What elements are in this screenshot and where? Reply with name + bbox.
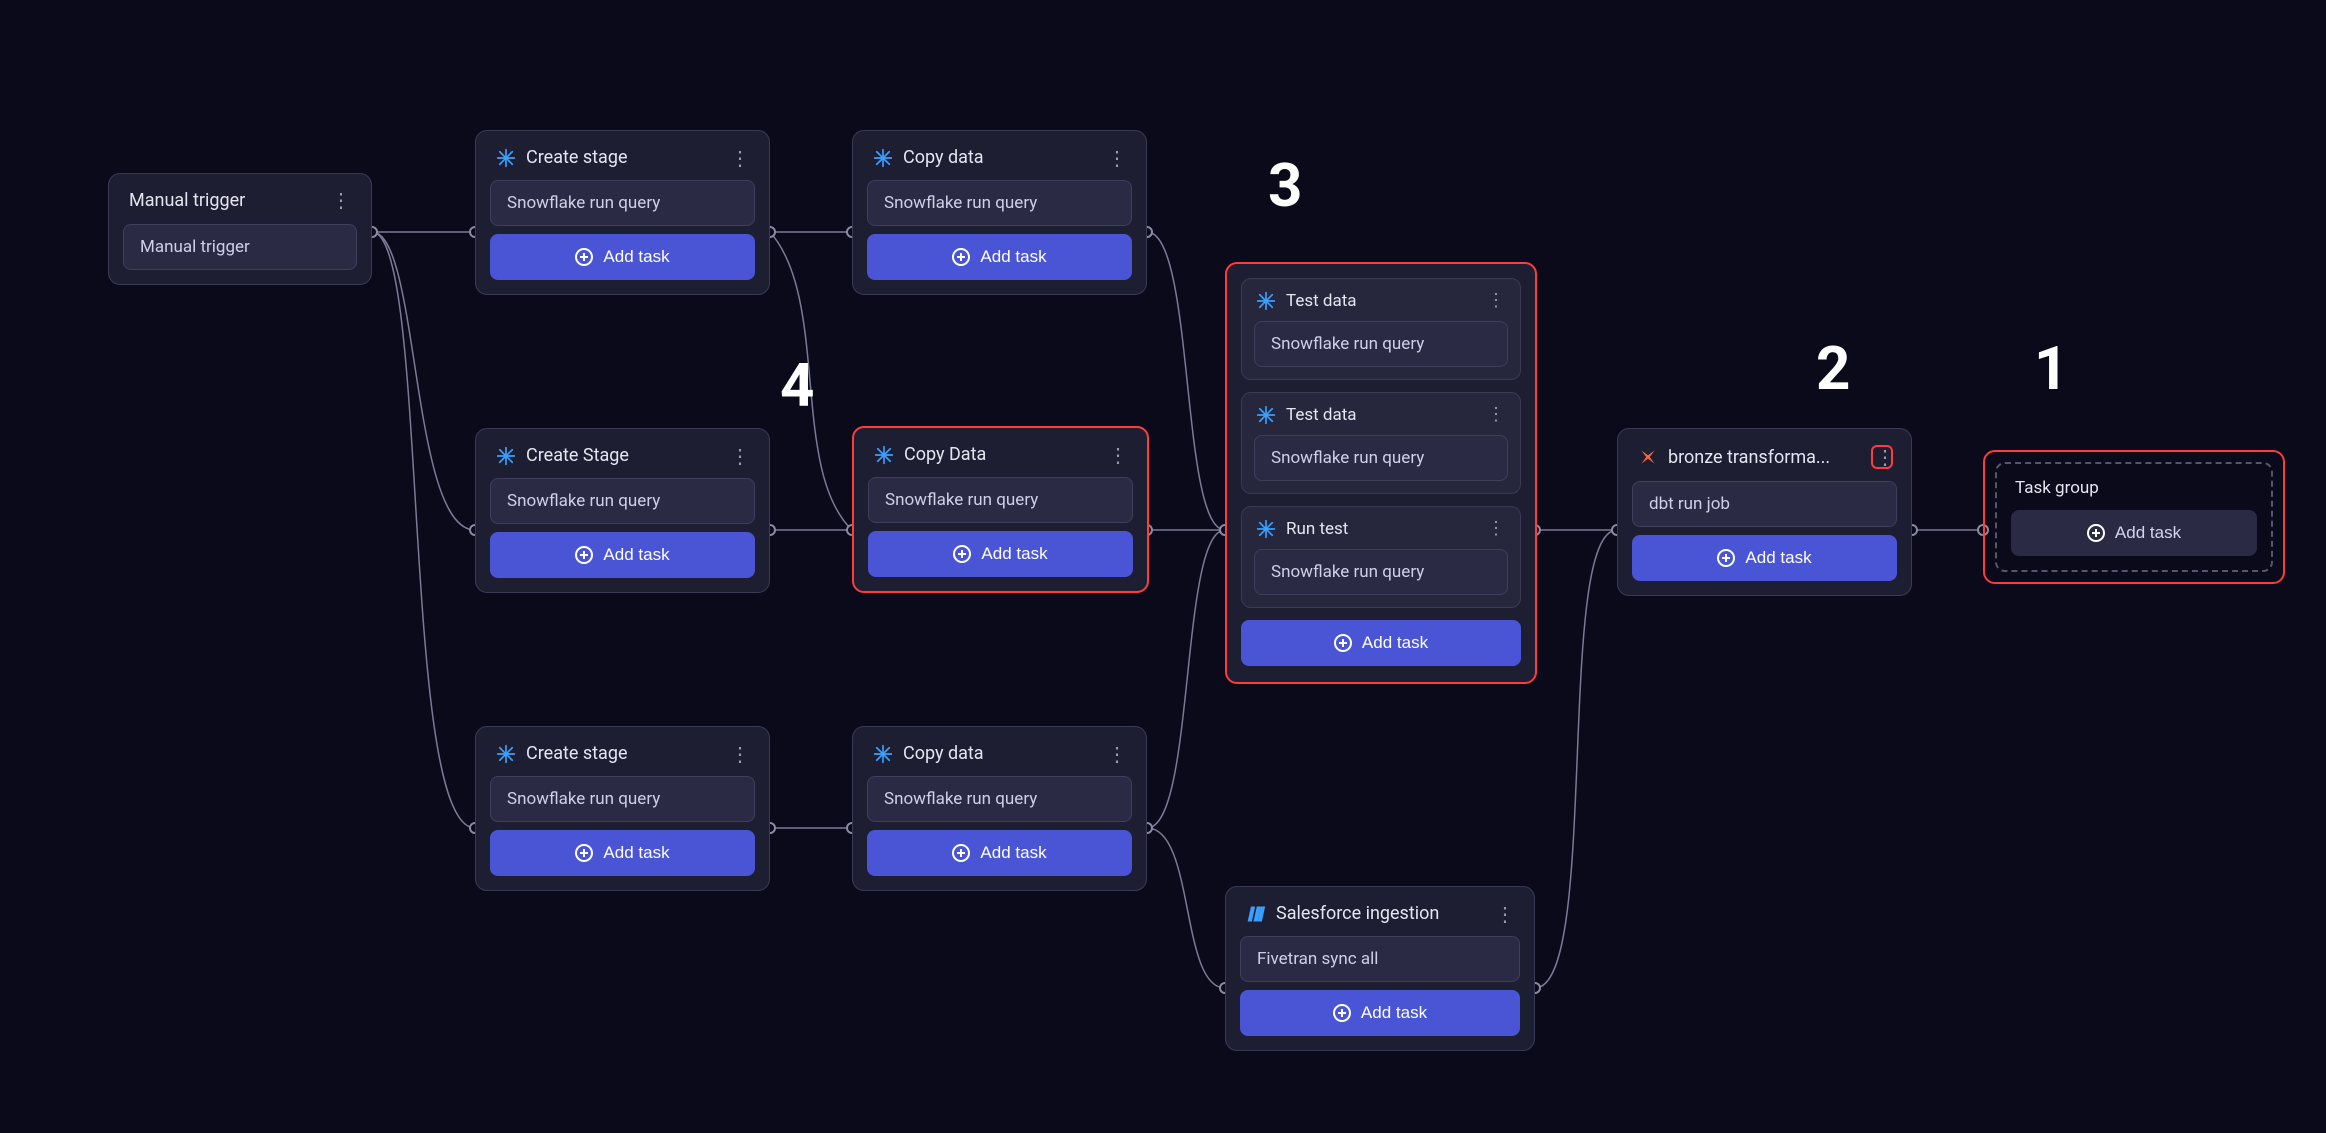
- add-task-label: Add task: [980, 843, 1046, 863]
- add-task-button[interactable]: Add task: [490, 830, 755, 876]
- add-task-label: Add task: [1361, 1003, 1427, 1023]
- plus-circle-icon: [2087, 524, 2105, 542]
- plus-circle-icon: [952, 248, 970, 266]
- task-pill[interactable]: Snowflake run query: [490, 478, 755, 524]
- kebab-icon[interactable]: ⋮: [1486, 524, 1506, 534]
- node-bronze-transformations[interactable]: bronze transforma... ⋮ dbt run job Add t…: [1617, 428, 1912, 596]
- task-pill[interactable]: Snowflake run query: [1254, 549, 1508, 595]
- plus-circle-icon: [1717, 549, 1735, 567]
- snowflake-icon: [1256, 291, 1276, 311]
- kebab-icon[interactable]: ⋮: [1106, 748, 1128, 760]
- subnode-run-test[interactable]: Run test ⋮ Snowflake run query: [1241, 506, 1521, 608]
- task-pill[interactable]: Snowflake run query: [1254, 435, 1508, 481]
- add-task-label: Add task: [981, 544, 1047, 564]
- plus-circle-icon: [575, 844, 593, 862]
- task-pill[interactable]: Snowflake run query: [867, 180, 1132, 226]
- annotation-1: 1: [2034, 333, 2068, 404]
- kebab-icon[interactable]: ⋮: [1486, 296, 1506, 306]
- subnode-title: Test data: [1286, 405, 1476, 425]
- node-title: Copy data: [903, 147, 1096, 168]
- node-test-group[interactable]: Test data ⋮ Snowflake run query Test dat…: [1225, 262, 1537, 684]
- add-task-button[interactable]: Add task: [490, 532, 755, 578]
- node-title: Copy data: [903, 743, 1096, 764]
- add-task-label: Add task: [1362, 633, 1428, 653]
- add-task-button[interactable]: Add task: [1632, 535, 1897, 581]
- add-task-button[interactable]: Add task: [868, 531, 1133, 577]
- add-task-label: Add task: [2115, 523, 2181, 543]
- node-title: bronze transforma...: [1668, 447, 1861, 468]
- plus-circle-icon: [952, 844, 970, 862]
- add-task-button[interactable]: Add task: [867, 234, 1132, 280]
- snowflake-icon: [1256, 405, 1276, 425]
- task-pill[interactable]: Snowflake run query: [867, 776, 1132, 822]
- task-pill[interactable]: dbt run job: [1632, 481, 1897, 527]
- dbt-icon: [1638, 447, 1658, 467]
- plus-circle-icon: [1333, 1004, 1351, 1022]
- snowflake-icon: [496, 744, 516, 764]
- node-task-group-empty[interactable]: Task group Add task: [1983, 450, 2285, 584]
- add-task-label: Add task: [603, 843, 669, 863]
- task-pill[interactable]: Fivetran sync all: [1240, 936, 1520, 982]
- snowflake-icon: [1256, 519, 1276, 539]
- node-copy-data-2[interactable]: Copy Data ⋮ Snowflake run query Add task: [852, 426, 1149, 593]
- snowflake-icon: [873, 148, 893, 168]
- snowflake-icon: [873, 744, 893, 764]
- snowflake-icon: [496, 148, 516, 168]
- plus-circle-icon: [575, 546, 593, 564]
- snowflake-icon: [874, 445, 894, 465]
- node-title: Create Stage: [526, 445, 719, 466]
- node-copy-data-1[interactable]: Copy data ⋮ Snowflake run query Add task: [852, 130, 1147, 295]
- subnode-test-data-2[interactable]: Test data ⋮ Snowflake run query: [1241, 392, 1521, 494]
- task-pill[interactable]: Snowflake run query: [490, 180, 755, 226]
- plus-circle-icon: [953, 545, 971, 563]
- plus-circle-icon: [575, 248, 593, 266]
- edges-layer: [0, 0, 2326, 1133]
- kebab-icon[interactable]: ⋮: [1106, 152, 1128, 164]
- node-title: Copy Data: [904, 444, 1097, 465]
- add-task-label: Add task: [603, 247, 669, 267]
- kebab-icon[interactable]: ⋮: [729, 152, 751, 164]
- add-task-button[interactable]: Add task: [1240, 990, 1520, 1036]
- node-title: Salesforce ingestion: [1276, 903, 1484, 924]
- subnode-title: Test data: [1286, 291, 1476, 311]
- kebab-icon[interactable]: ⋮: [1871, 445, 1893, 469]
- annotation-3: 3: [1268, 150, 1302, 221]
- add-task-label: Add task: [603, 545, 669, 565]
- subnode-title: Run test: [1286, 519, 1476, 539]
- manual-trigger-title: Manual trigger: [129, 190, 245, 211]
- add-task-button[interactable]: Add task: [1241, 620, 1521, 666]
- snowflake-icon: [496, 446, 516, 466]
- kebab-icon[interactable]: ⋮: [729, 748, 751, 760]
- node-create-stage-3[interactable]: Create stage ⋮ Snowflake run query Add t…: [475, 726, 770, 891]
- add-task-label: Add task: [980, 247, 1046, 267]
- task-pill[interactable]: Snowflake run query: [1254, 321, 1508, 367]
- kebab-icon[interactable]: ⋮: [331, 188, 351, 212]
- annotation-4: 4: [780, 350, 814, 421]
- add-task-label: Add task: [1745, 548, 1811, 568]
- subnode-test-data-1[interactable]: Test data ⋮ Snowflake run query: [1241, 278, 1521, 380]
- trigger-pill[interactable]: Manual trigger: [123, 224, 357, 270]
- node-title: Create stage: [526, 147, 719, 168]
- node-manual-trigger[interactable]: Manual trigger ⋮ Manual trigger: [108, 173, 372, 285]
- task-pill[interactable]: Snowflake run query: [868, 477, 1133, 523]
- node-salesforce-ingestion[interactable]: Salesforce ingestion ⋮ Fivetran sync all…: [1225, 886, 1535, 1051]
- kebab-icon[interactable]: ⋮: [1486, 410, 1506, 420]
- task-pill[interactable]: Snowflake run query: [490, 776, 755, 822]
- node-create-stage-2[interactable]: Create Stage ⋮ Snowflake run query Add t…: [475, 428, 770, 593]
- fivetran-icon: [1246, 904, 1266, 924]
- task-group-title: Task group: [2011, 478, 2257, 510]
- annotation-2: 2: [1816, 333, 1850, 404]
- add-task-button[interactable]: Add task: [867, 830, 1132, 876]
- node-copy-data-3[interactable]: Copy data ⋮ Snowflake run query Add task: [852, 726, 1147, 891]
- kebab-icon[interactable]: ⋮: [1107, 449, 1129, 461]
- node-create-stage-1[interactable]: Create stage ⋮ Snowflake run query Add t…: [475, 130, 770, 295]
- kebab-icon[interactable]: ⋮: [1494, 908, 1516, 920]
- add-task-button[interactable]: Add task: [490, 234, 755, 280]
- add-task-button[interactable]: Add task: [2011, 510, 2257, 556]
- kebab-icon[interactable]: ⋮: [729, 450, 751, 462]
- node-title: Create stage: [526, 743, 719, 764]
- plus-circle-icon: [1334, 634, 1352, 652]
